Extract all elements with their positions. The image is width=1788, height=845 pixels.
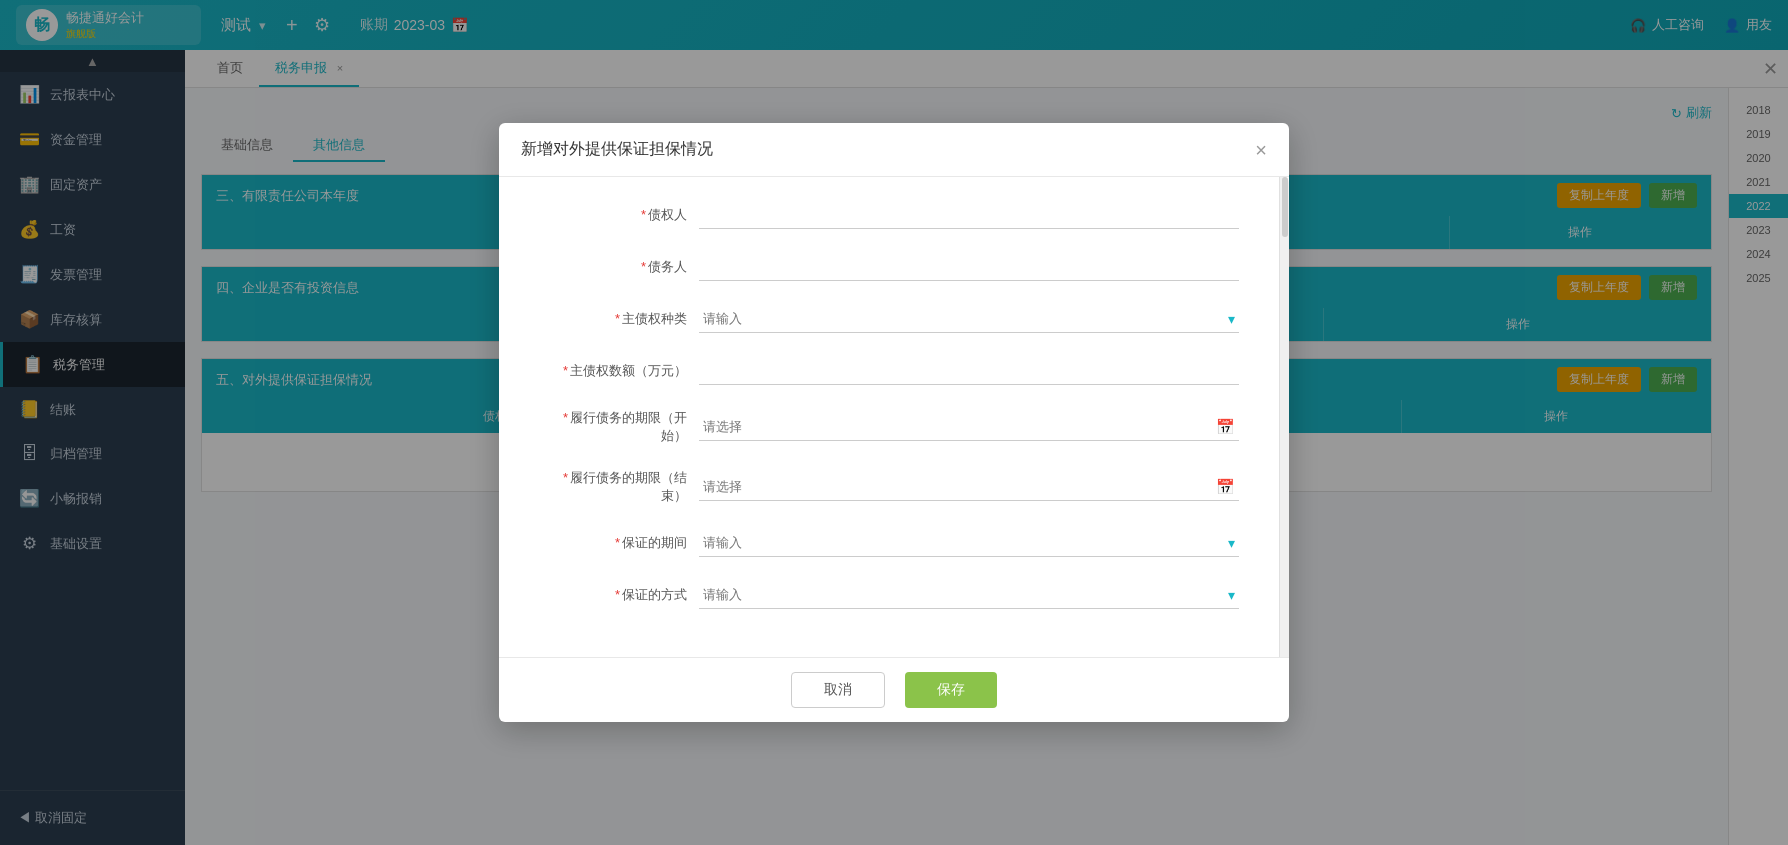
chevron-down-icon2[interactable]: ▾ <box>1228 535 1235 551</box>
cancel-button[interactable]: 取消 <box>791 672 885 708</box>
modal-body: *债权人 *债务人 *主债权种类 <box>499 177 1279 657</box>
label-debt-type: *主债权种类 <box>539 310 699 328</box>
modal-overlay: 新增对外提供保证担保情况 × *债权人 *债务人 <box>0 0 1788 845</box>
form-row-creditor: *债权人 <box>539 201 1239 229</box>
form-row-guarantee-period: *保证的期间 ▾ <box>539 529 1239 557</box>
input-period-start[interactable] <box>699 413 1216 440</box>
label-period-start: *履行债务的期限（开始） <box>539 409 699 445</box>
label-creditor: *债权人 <box>539 206 699 224</box>
calendar-end-icon[interactable]: 📅 <box>1216 478 1235 496</box>
form-row-period-start: *履行债务的期限（开始） 📅 <box>539 409 1239 445</box>
select-guarantee-period: ▾ <box>699 529 1239 557</box>
form-row-debt-amount: *主债权数额（万元） <box>539 357 1239 385</box>
input-debtor[interactable] <box>699 253 1239 281</box>
input-debt-type[interactable] <box>699 305 1228 332</box>
label-guarantee-method: *保证的方式 <box>539 586 699 604</box>
form-row-guarantee-method: *保证的方式 ▾ <box>539 581 1239 609</box>
label-debt-amount: *主债权数额（万元） <box>539 362 699 380</box>
input-guarantee-period[interactable] <box>699 529 1228 556</box>
modal-title: 新增对外提供保证担保情况 <box>521 139 713 160</box>
date-period-start: 📅 <box>699 413 1239 441</box>
label-period-end: *履行债务的期限（结束） <box>539 469 699 505</box>
modal-footer: 取消 保存 <box>499 657 1289 722</box>
modal-close-btn[interactable]: × <box>1255 140 1267 160</box>
modal-header: 新增对外提供保证担保情况 × <box>499 123 1289 177</box>
save-button[interactable]: 保存 <box>905 672 997 708</box>
input-period-end[interactable] <box>699 473 1216 500</box>
label-guarantee-period: *保证的期间 <box>539 534 699 552</box>
chevron-down-icon[interactable]: ▾ <box>1228 311 1235 327</box>
select-debt-type: ▾ <box>699 305 1239 333</box>
modal-scroll-thumb <box>1282 177 1288 237</box>
input-guarantee-method[interactable] <box>699 581 1228 608</box>
date-period-end: 📅 <box>699 473 1239 501</box>
form-row-debt-type: *主债权种类 ▾ <box>539 305 1239 333</box>
modal-scroll-track[interactable] <box>1279 177 1289 657</box>
input-creditor[interactable] <box>699 201 1239 229</box>
label-debtor: *债务人 <box>539 258 699 276</box>
chevron-down-icon3[interactable]: ▾ <box>1228 587 1235 603</box>
select-guarantee-method: ▾ <box>699 581 1239 609</box>
modal-dialog: 新增对外提供保证担保情况 × *债权人 *债务人 <box>499 123 1289 722</box>
form-row-period-end: *履行债务的期限（结束） 📅 <box>539 469 1239 505</box>
input-debt-amount[interactable] <box>699 357 1239 385</box>
form-row-debtor: *债务人 <box>539 253 1239 281</box>
calendar-start-icon[interactable]: 📅 <box>1216 418 1235 436</box>
